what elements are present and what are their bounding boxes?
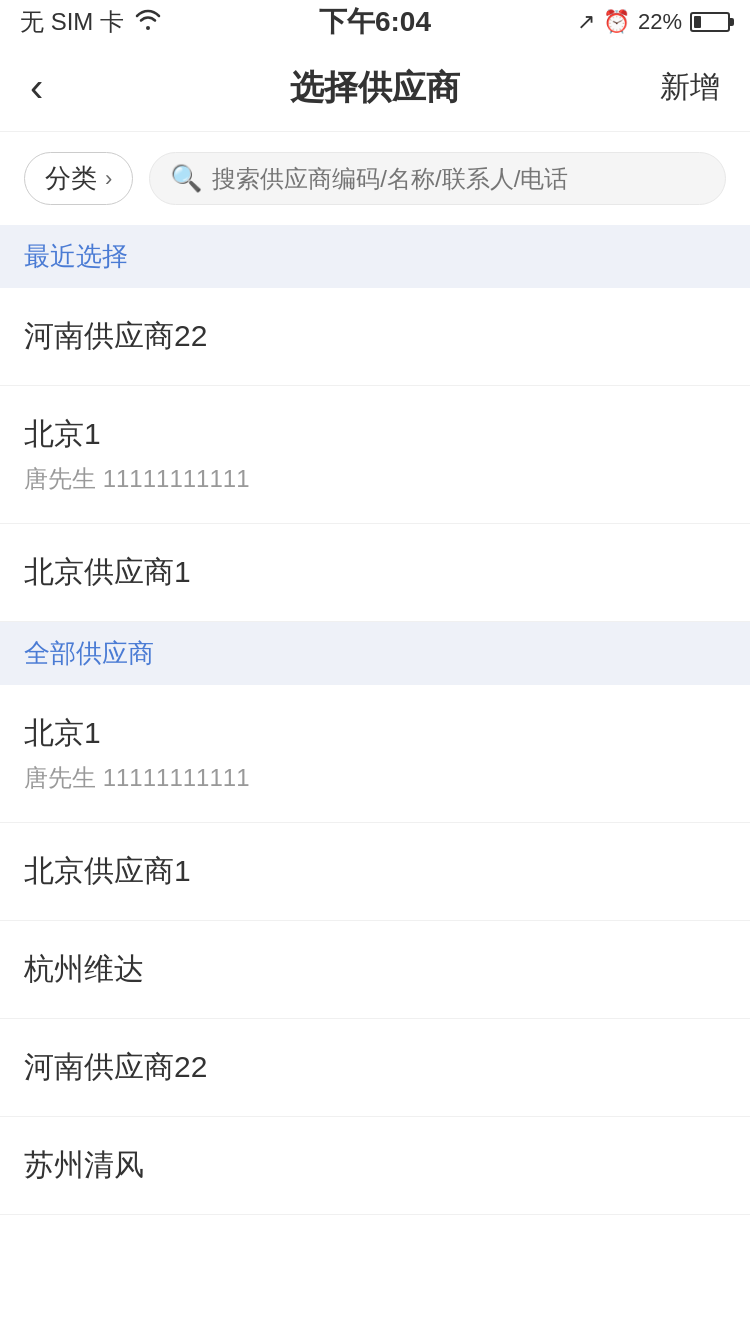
battery-text: 22%: [638, 9, 682, 35]
page-title: 选择供应商: [290, 65, 460, 111]
battery-icon: [690, 12, 730, 32]
carrier-text: 无 SIM 卡: [20, 6, 124, 38]
list-item[interactable]: 北京1 唐先生 11111111111: [0, 685, 750, 823]
list-item[interactable]: 河南供应商22: [0, 288, 750, 386]
search-bar: 🔍: [149, 152, 726, 205]
list-item[interactable]: 苏州清风: [0, 1117, 750, 1215]
back-button[interactable]: ‹: [30, 65, 110, 110]
status-time: 下午6:04: [319, 3, 431, 41]
add-button[interactable]: 新增: [640, 67, 720, 108]
item-name: 北京供应商1: [24, 552, 726, 593]
category-filter[interactable]: 分类 ›: [24, 152, 133, 205]
status-bar: 无 SIM 卡 下午6:04 ↗ ⏰ 22%: [0, 0, 750, 44]
item-name: 北京供应商1: [24, 851, 726, 892]
all-section-header: 全部供应商: [0, 622, 750, 685]
list-item[interactable]: 北京供应商1: [0, 823, 750, 921]
recent-section-header: 最近选择: [0, 225, 750, 288]
item-name: 杭州维达: [24, 949, 726, 990]
item-name: 苏州清风: [24, 1145, 726, 1186]
nav-bar: ‹ 选择供应商 新增: [0, 44, 750, 132]
item-contact: 唐先生 11111111111: [24, 463, 726, 495]
item-name: 河南供应商22: [24, 1047, 726, 1088]
item-name: 河南供应商22: [24, 316, 726, 357]
search-icon: 🔍: [170, 163, 202, 194]
search-input[interactable]: [212, 165, 705, 193]
list-item[interactable]: 北京1 唐先生 11111111111: [0, 386, 750, 524]
status-right: ↗ ⏰ 22%: [577, 9, 730, 35]
wifi-icon: [134, 8, 162, 36]
filter-bar: 分类 › 🔍: [0, 132, 750, 225]
item-name: 北京1: [24, 414, 726, 455]
alarm-icon: ⏰: [603, 9, 630, 35]
item-name: 北京1: [24, 713, 726, 754]
all-section-label: 全部供应商: [24, 638, 154, 668]
all-list: 北京1 唐先生 11111111111 北京供应商1 杭州维达河南供应商22 苏州清风: [0, 685, 750, 1215]
location-icon: ↗: [577, 9, 595, 35]
chevron-right-icon: ›: [105, 166, 112, 192]
recent-list: 河南供应商22 北京1 唐先生 11111111111 北京供应商1: [0, 288, 750, 622]
list-item[interactable]: 北京供应商1: [0, 524, 750, 622]
category-label: 分类: [45, 161, 97, 196]
list-item[interactable]: 河南供应商22: [0, 1019, 750, 1117]
recent-section-label: 最近选择: [24, 241, 128, 271]
item-contact: 唐先生 11111111111: [24, 762, 726, 794]
list-item[interactable]: 杭州维达: [0, 921, 750, 1019]
status-left: 无 SIM 卡: [20, 6, 162, 38]
